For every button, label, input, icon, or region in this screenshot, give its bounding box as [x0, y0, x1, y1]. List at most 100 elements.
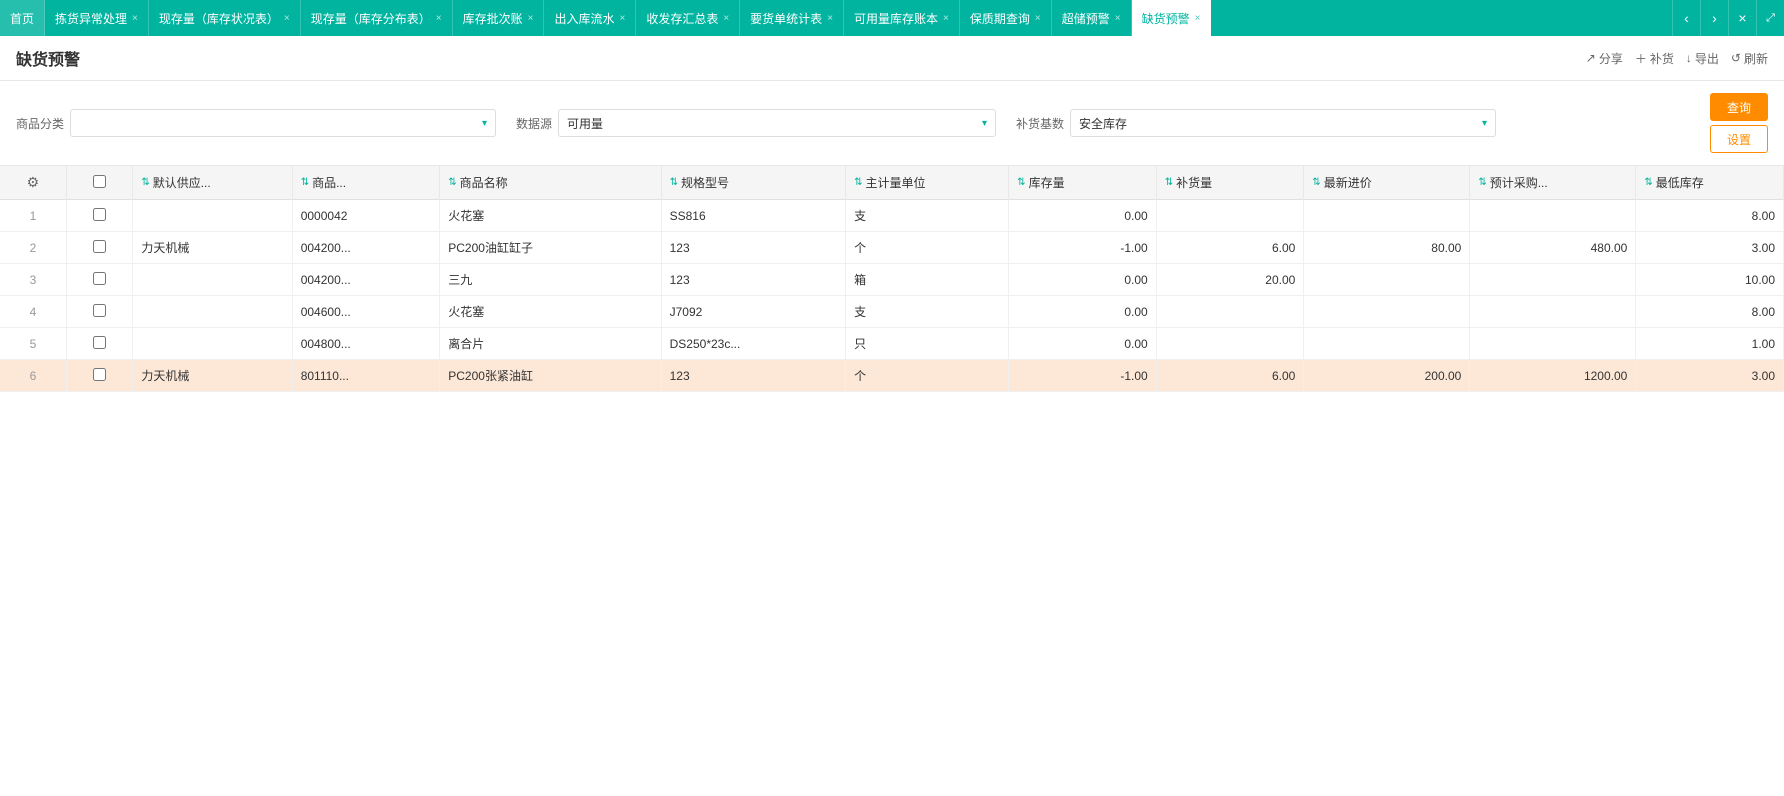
nav-tab-close-10[interactable]: × — [1115, 13, 1121, 24]
row-checkbox-3[interactable] — [93, 304, 106, 317]
nav-tab-close-3[interactable]: × — [436, 13, 442, 24]
sort-unit-icon[interactable]: ⇅ — [854, 177, 862, 188]
nav-tab-close-8[interactable]: × — [943, 13, 949, 24]
row-checkbox-0[interactable] — [93, 208, 106, 221]
table-row[interactable]: 5 004800... 离合片 DS250*23c... 只 0.00 1.00 — [0, 328, 1784, 360]
gear-icon[interactable]: ⚙ — [27, 174, 40, 190]
filter-row: 商品分类 ▾ 数据源 可用量 ▾ 补货基数 安全库存 ▾ — [0, 81, 1784, 166]
datasource-label: 数据源 — [516, 115, 552, 132]
nav-tab-1[interactable]: 拣货异常处理× — [45, 0, 149, 36]
nav-tab-9[interactable]: 保质期查询× — [960, 0, 1052, 36]
category-chevron-icon: ▾ — [482, 118, 487, 129]
sort-minstock-icon[interactable]: ⇅ — [1644, 177, 1652, 188]
nav-tab-close-9[interactable]: × — [1035, 13, 1041, 24]
cell-unit-0: 支 — [846, 200, 1009, 232]
cell-minstock-1: 3.00 — [1636, 232, 1784, 264]
nav-tab-close-11[interactable]: × — [1195, 13, 1201, 24]
datasource-chevron-icon: ▾ — [982, 118, 987, 129]
cell-replenish-2: 20.00 — [1156, 264, 1304, 296]
sort-supplier-icon[interactable]: ⇅ — [141, 177, 149, 188]
query-button[interactable]: 查询 — [1710, 93, 1768, 121]
table-body: 1 0000042 火花塞 SS816 支 0.00 8.00 2 力天机械 0… — [0, 200, 1784, 392]
nav-tab-close-4[interactable]: × — [528, 13, 534, 24]
sort-code-icon[interactable]: ⇅ — [301, 177, 309, 188]
cell-minstock-4: 1.00 — [1636, 328, 1784, 360]
th-gear[interactable]: ⚙ — [0, 166, 66, 200]
nav-tab-2[interactable]: 现存量（库存状况表）× — [149, 0, 301, 36]
nav-next-btn[interactable]: › — [1700, 0, 1728, 36]
th-code: ⇅商品... — [292, 166, 440, 200]
cell-estimated-5: 1200.00 — [1470, 360, 1636, 392]
th-checkbox[interactable] — [66, 166, 132, 200]
cell-replenish-1: 6.00 — [1156, 232, 1304, 264]
nav-tab-close-1[interactable]: × — [132, 13, 138, 24]
cell-checkbox-4[interactable] — [66, 328, 132, 360]
replenish-select[interactable]: 安全库存 ▾ — [1070, 109, 1496, 137]
nav-tab-close-5[interactable]: × — [619, 13, 625, 24]
refresh-btn[interactable]: ↺ 刷新 — [1731, 50, 1768, 67]
nav-tab-10[interactable]: 超储预警× — [1052, 0, 1132, 36]
replenish-btn[interactable]: ＋ 补货 — [1635, 50, 1674, 67]
nav-controls: ‹ › × ⤢ — [1672, 0, 1784, 36]
page-header: 缺货预警 ↗ 分享 ＋ 补货 ↓ 导出 ↺ 刷新 — [0, 36, 1784, 81]
cell-code-0: 0000042 — [292, 200, 440, 232]
nav-tab-0[interactable]: 首页 — [0, 0, 45, 36]
nav-prev-btn[interactable]: ‹ — [1672, 0, 1700, 36]
cell-spec-4: DS250*23c... — [661, 328, 845, 360]
sort-estimated-icon[interactable]: ⇅ — [1478, 177, 1486, 188]
datasource-select[interactable]: 可用量 ▾ — [558, 109, 996, 137]
table-row[interactable]: 6 力天机械 801110... PC200张紧油缸 123 个 -1.00 6… — [0, 360, 1784, 392]
cell-checkbox-3[interactable] — [66, 296, 132, 328]
cell-unit-2: 箱 — [846, 264, 1009, 296]
sort-stock-icon[interactable]: ⇅ — [1017, 177, 1025, 188]
table-row[interactable]: 3 004200... 三九 123 箱 0.00 20.00 10.00 — [0, 264, 1784, 296]
table-row[interactable]: 4 004600... 火花塞 J7092 支 0.00 8.00 — [0, 296, 1784, 328]
cell-checkbox-2[interactable] — [66, 264, 132, 296]
cell-checkbox-5[interactable] — [66, 360, 132, 392]
cell-checkbox-0[interactable] — [66, 200, 132, 232]
cell-spec-0: SS816 — [661, 200, 845, 232]
cell-checkbox-1[interactable] — [66, 232, 132, 264]
nav-tab-4[interactable]: 库存批次账× — [453, 0, 545, 36]
cell-stock-0: 0.00 — [1009, 200, 1157, 232]
nav-tab-close-7[interactable]: × — [827, 13, 833, 24]
cell-name-0: 火花塞 — [440, 200, 661, 232]
export-icon: ↓ — [1686, 51, 1692, 65]
sort-price-icon[interactable]: ⇅ — [1312, 177, 1320, 188]
th-name: ⇅商品名称 — [440, 166, 661, 200]
nav-tab-11[interactable]: 缺货预警× — [1132, 0, 1212, 36]
nav-tab-3[interactable]: 现存量（库存分布表）× — [301, 0, 453, 36]
settings-button[interactable]: 设置 — [1710, 125, 1768, 153]
cell-name-3: 火花塞 — [440, 296, 661, 328]
nav-tab-close-2[interactable]: × — [284, 13, 290, 24]
cell-supplier-0 — [133, 200, 292, 232]
category-label: 商品分类 — [16, 115, 64, 132]
sort-name-icon[interactable]: ⇅ — [448, 177, 456, 188]
category-select[interactable]: ▾ — [70, 109, 496, 137]
main-content: 缺货预警 ↗ 分享 ＋ 补货 ↓ 导出 ↺ 刷新 — [0, 36, 1784, 796]
sort-replenish-icon[interactable]: ⇅ — [1165, 177, 1173, 188]
row-checkbox-2[interactable] — [93, 272, 106, 285]
select-all-checkbox[interactable] — [93, 175, 106, 188]
table-row[interactable]: 1 0000042 火花塞 SS816 支 0.00 8.00 — [0, 200, 1784, 232]
nav-tab-7[interactable]: 要货单统计表× — [740, 0, 844, 36]
nav-expand-btn[interactable]: ⤢ — [1756, 0, 1784, 36]
top-nav: 首页拣货异常处理×现存量（库存状况表）×现存量（库存分布表）×库存批次账×出入库… — [0, 0, 1784, 36]
nav-tab-5[interactable]: 出入库流水× — [544, 0, 636, 36]
share-btn[interactable]: ↗ 分享 — [1586, 50, 1623, 67]
row-checkbox-4[interactable] — [93, 336, 106, 349]
nav-close-btn[interactable]: × — [1728, 0, 1756, 36]
table-row[interactable]: 2 力天机械 004200... PC200油缸缸子 123 个 -1.00 6… — [0, 232, 1784, 264]
cell-unit-5: 个 — [846, 360, 1009, 392]
nav-tab-8[interactable]: 可用量库存账本× — [844, 0, 960, 36]
row-checkbox-1[interactable] — [93, 240, 106, 253]
nav-tab-close-6[interactable]: × — [723, 13, 729, 24]
cell-estimated-0 — [1470, 200, 1636, 232]
export-btn[interactable]: ↓ 导出 — [1686, 50, 1719, 67]
nav-tab-6[interactable]: 收发存汇总表× — [636, 0, 740, 36]
cell-name-1: PC200油缸缸子 — [440, 232, 661, 264]
row-checkbox-5[interactable] — [93, 368, 106, 381]
sort-spec-icon[interactable]: ⇅ — [670, 177, 678, 188]
cell-stock-3: 0.00 — [1009, 296, 1157, 328]
cell-index-1: 2 — [0, 232, 66, 264]
